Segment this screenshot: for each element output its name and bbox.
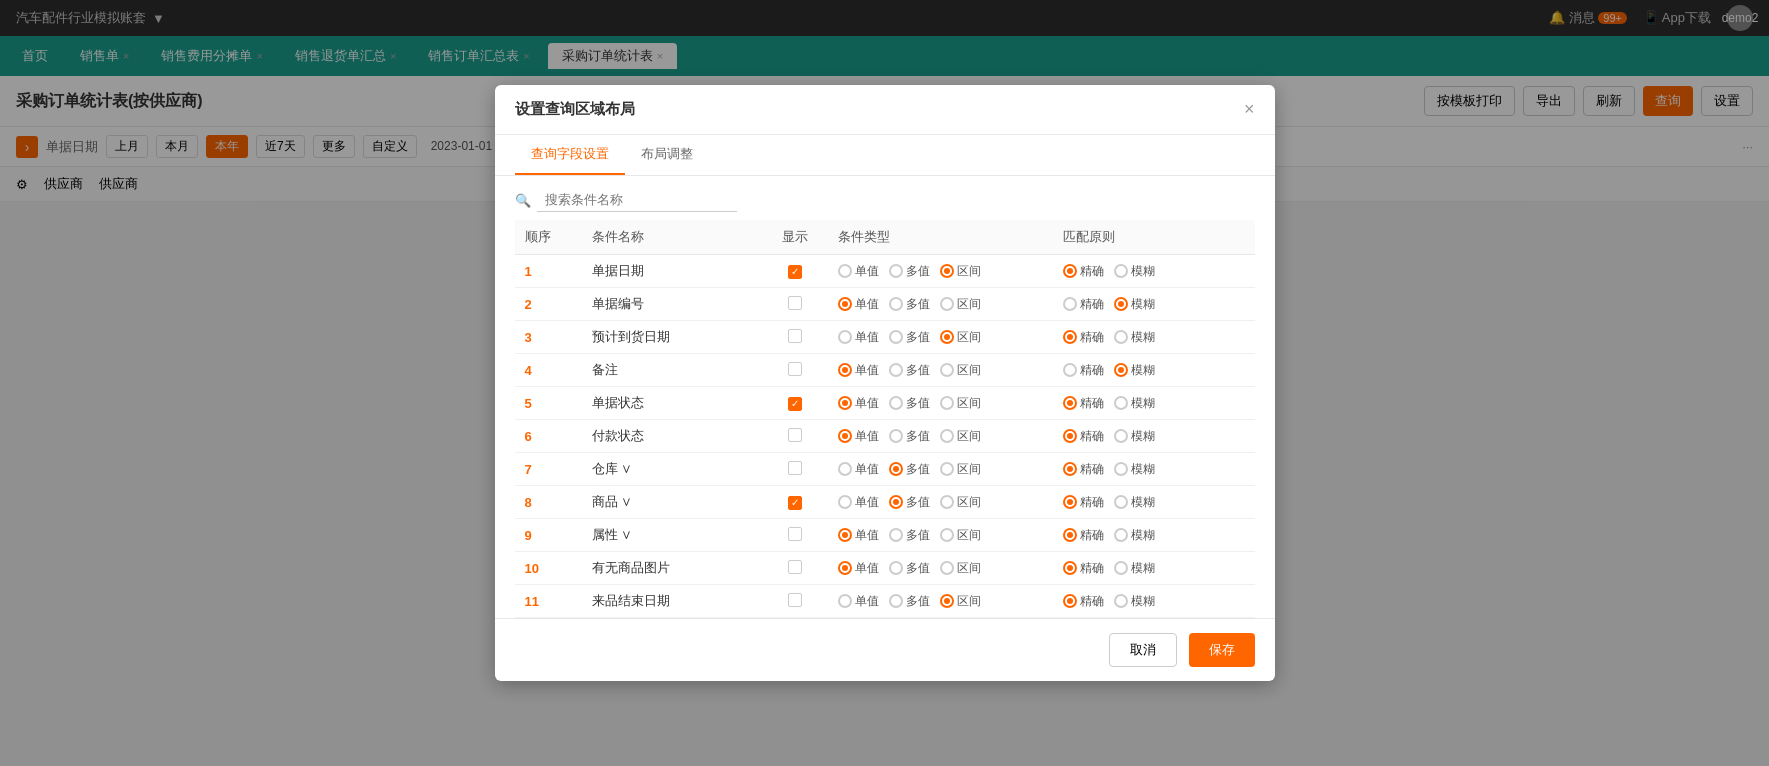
modal-header: 设置查询区域布局 ×: [495, 85, 1275, 135]
modal-search-area: 🔍: [495, 176, 1275, 202]
modal-tab-query-fields[interactable]: 查询字段设置: [515, 135, 625, 175]
settings-modal: 设置查询区域布局 × 查询字段设置 布局调整 🔍 顺序 条件名称 显示 条件类型: [495, 85, 1275, 202]
modal-close-button[interactable]: ×: [1244, 99, 1255, 120]
modal-overlay: 设置查询区域布局 × 查询字段设置 布局调整 🔍 顺序 条件名称 显示 条件类型: [0, 0, 1769, 202]
modal-title: 设置查询区域布局: [515, 100, 635, 119]
modal-tab-layout[interactable]: 布局调整: [625, 135, 709, 175]
search-icon: 🔍: [515, 193, 531, 203]
modal-tabs: 查询字段设置 布局调整: [495, 135, 1275, 176]
search-input[interactable]: [537, 188, 737, 202]
